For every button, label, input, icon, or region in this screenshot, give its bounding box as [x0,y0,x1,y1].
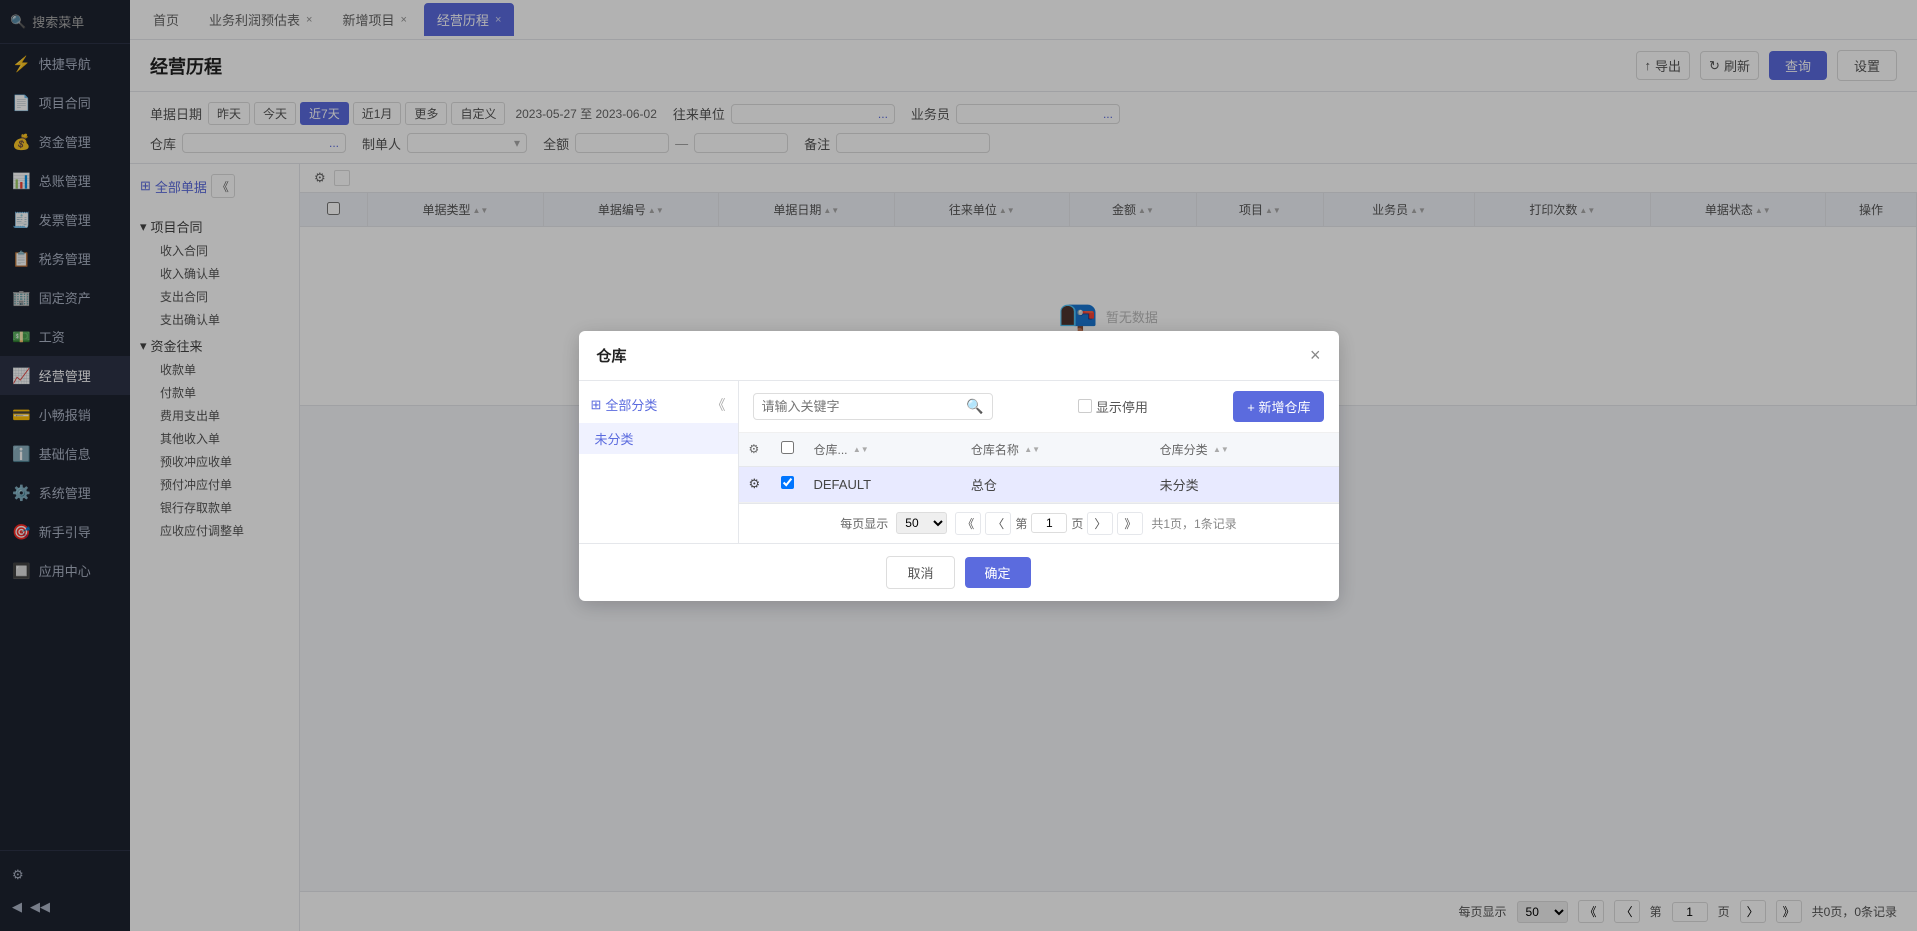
show-disabled-wrap: 显示停用 [1078,397,1148,416]
cancel-button[interactable]: 取消 [886,556,954,589]
modal-col-category-label: 仓库分类 [1160,443,1208,457]
modal-pagination: 每页显示 50 100 《 〈 第 页 〉 》 共1页，1条记录 [739,503,1339,543]
modal-table-head: ⚙ 仓库... ▲▼ 仓库名称 ▲▼ [739,433,1339,467]
show-disabled-checkbox[interactable] [1078,399,1092,413]
modal-page-end-word: 页 [1071,515,1083,532]
modal-th-checkbox [771,433,804,467]
modal-row-name: 总仓 [961,466,1150,502]
modal-next-btn[interactable]: 〉 [1087,512,1113,535]
modal-th-category: 仓库分类 ▲▼ [1150,433,1339,467]
modal-header-checkbox[interactable] [781,441,794,454]
modal-row-checkbox [771,466,804,502]
modal-title: 仓库 [597,345,627,366]
warehouse-modal: 仓库 × ⊞ 全部分类 《 未分类 [579,331,1339,601]
modal-col-name-label: 仓库名称 [971,443,1019,457]
modal-row-code: DEFAULT [804,466,961,502]
add-warehouse-button[interactable]: + 新增仓库 [1233,391,1324,422]
grid-icon-modal: ⊞ [591,397,602,413]
modal-sidebar-scroll: 未分类 [579,423,738,533]
modal-search-input[interactable] [762,399,961,414]
modal-settings-icon[interactable]: ⚙ [749,442,760,456]
modal-table-body: ⚙ DEFAULT 总仓 未分类 [739,466,1339,502]
modal-col-code-label: 仓库... [814,443,848,457]
modal-sort-category: ▲▼ [1213,446,1229,454]
modal-page-size-label: 每页显示 [840,515,888,532]
confirm-button[interactable]: 确定 [965,557,1031,588]
modal-th-settings: ⚙ [739,433,771,467]
modal-sidebar-header: ⊞ 全部分类 《 [579,391,738,423]
modal-sidebar-item-uncategorized[interactable]: 未分类 [579,423,738,454]
modal-page-input[interactable] [1031,513,1067,533]
modal-close-button[interactable]: × [1310,346,1321,364]
modal-sidebar: ⊞ 全部分类 《 未分类 [579,381,739,543]
modal-all-label: 全部分类 [605,395,657,414]
modal-actions: 取消 确定 [579,543,1339,601]
modal-row-category: 未分类 [1150,466,1339,502]
modal-sort-name: ▲▼ [1024,446,1040,454]
modal-main: 🔍 显示停用 + 新增仓库 ⚙ [739,381,1339,543]
modal-row-checkbox-input[interactable] [781,476,794,489]
modal-th-code: 仓库... ▲▼ [804,433,961,467]
modal-page-size-select[interactable]: 50 100 [896,512,947,534]
modal-th-name: 仓库名称 ▲▼ [961,433,1150,467]
modal-table: ⚙ 仓库... ▲▼ 仓库名称 ▲▼ [739,433,1339,503]
modal-table-row[interactable]: ⚙ DEFAULT 总仓 未分类 [739,466,1339,502]
modal-header: 仓库 × [579,331,1339,381]
modal-toolbar: 🔍 显示停用 + 新增仓库 [739,381,1339,433]
modal-table-wrap: ⚙ 仓库... ▲▼ 仓库名称 ▲▼ [739,433,1339,503]
modal-row-settings: ⚙ [739,466,771,502]
row-settings-icon[interactable]: ⚙ [749,476,761,491]
modal-first-btn[interactable]: 《 [955,512,981,535]
modal-header-row: ⚙ 仓库... ▲▼ 仓库名称 ▲▼ [739,433,1339,467]
modal-sidebar-all-btn[interactable]: ⊞ 全部分类 [591,395,658,414]
modal-sort-code: ▲▼ [853,446,869,454]
modal-search-wrap: 🔍 [753,393,993,420]
modal-overlay: 仓库 × ⊞ 全部分类 《 未分类 [0,0,1917,931]
modal-pagination-controls: 《 〈 第 页 〉 》 [955,512,1143,535]
modal-prev-btn[interactable]: 〈 [985,512,1011,535]
modal-page-word: 第 [1015,515,1027,532]
modal-sidebar-collapse-btn[interactable]: 《 [712,395,726,415]
modal-search-icon: 🔍 [966,398,983,415]
modal-total-info: 共1页，1条记录 [1151,515,1236,532]
show-disabled-label: 显示停用 [1096,397,1148,416]
modal-body: ⊞ 全部分类 《 未分类 🔍 [579,381,1339,543]
modal-last-btn[interactable]: 》 [1117,512,1143,535]
